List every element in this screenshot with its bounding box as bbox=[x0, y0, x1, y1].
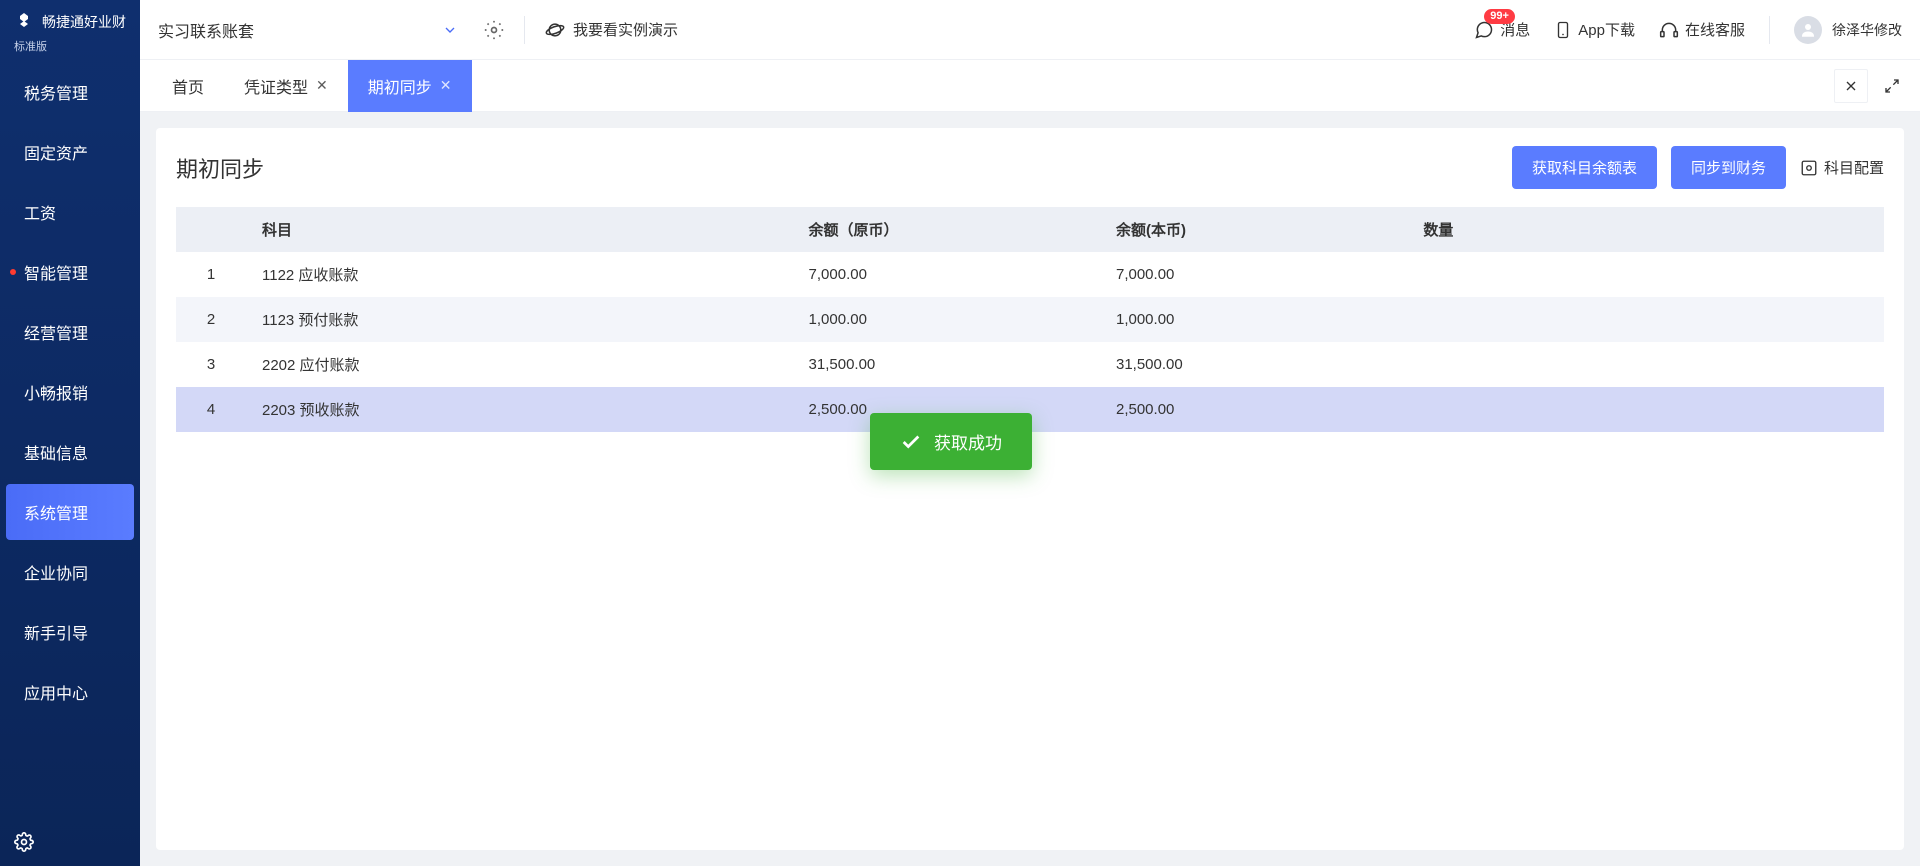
nav: 税务管理固定资产工资智能管理经营管理小畅报销基础信息系统管理企业协同新手引导应用… bbox=[0, 62, 140, 818]
cell-subject: 2203 预收账款 bbox=[246, 387, 793, 432]
cell-orig: 7,000.00 bbox=[793, 252, 1100, 297]
nav-item[interactable]: 基础信息 bbox=[0, 422, 140, 482]
messages-badge: 99+ bbox=[1484, 9, 1515, 24]
nav-item[interactable]: 税务管理 bbox=[0, 62, 140, 122]
col-local: 余额(本币) bbox=[1100, 207, 1407, 252]
cell-idx: 2 bbox=[176, 297, 246, 342]
cell-qty bbox=[1407, 387, 1884, 432]
tab-label: 首页 bbox=[172, 74, 204, 98]
cell-subject: 1123 预付账款 bbox=[246, 297, 793, 342]
close-icon[interactable]: ✕ bbox=[440, 77, 452, 94]
brand-edition: 标准版 bbox=[12, 38, 128, 54]
table-row[interactable]: 21123 预付账款1,000.001,000.00 bbox=[176, 297, 1884, 342]
success-toast: 获取成功 bbox=[870, 413, 1032, 470]
app-download-button[interactable]: App下载 bbox=[1554, 19, 1635, 40]
config-icon bbox=[1800, 159, 1818, 177]
sidebar: 畅捷通好业财 标准版 税务管理固定资产工资智能管理经营管理小畅报销基础信息系统管… bbox=[0, 0, 140, 866]
cell-local: 7,000.00 bbox=[1100, 252, 1407, 297]
phone-icon bbox=[1554, 20, 1572, 40]
cell-subject: 2202 应付账款 bbox=[246, 342, 793, 387]
cell-idx: 3 bbox=[176, 342, 246, 387]
online-service-label: 在线客服 bbox=[1685, 19, 1745, 40]
cell-orig: 31,500.00 bbox=[793, 342, 1100, 387]
tab[interactable]: 期初同步 ✕ bbox=[348, 60, 472, 112]
app-download-label: App下载 bbox=[1578, 19, 1635, 40]
messages-button[interactable]: 99+ 消息 bbox=[1474, 19, 1530, 40]
tab[interactable]: 首页 bbox=[152, 60, 224, 112]
fetch-balance-button[interactable]: 获取科目余额表 bbox=[1512, 146, 1657, 189]
nav-item[interactable]: 企业协同 bbox=[0, 542, 140, 602]
cell-qty bbox=[1407, 252, 1884, 297]
nav-item[interactable]: 系统管理 bbox=[6, 484, 134, 540]
toast-text: 获取成功 bbox=[934, 429, 1002, 454]
cell-idx: 1 bbox=[176, 252, 246, 297]
tab-label: 凭证类型 bbox=[244, 74, 308, 98]
online-service-button[interactable]: 在线客服 bbox=[1659, 19, 1745, 40]
cell-local: 1,000.00 bbox=[1100, 297, 1407, 342]
account-name: 实习联系账套 bbox=[158, 18, 254, 42]
cell-local: 31,500.00 bbox=[1100, 342, 1407, 387]
sync-to-finance-button[interactable]: 同步到财务 bbox=[1671, 146, 1786, 189]
col-index bbox=[176, 207, 246, 252]
balance-table: 科目 余额（原币） 余额(本币) 数量 11122 应收账款7,000.007,… bbox=[176, 207, 1884, 432]
cell-qty bbox=[1407, 297, 1884, 342]
subject-config-label: 科目配置 bbox=[1824, 157, 1884, 178]
tab-label: 期初同步 bbox=[368, 74, 432, 98]
chevron-down-icon bbox=[442, 22, 458, 38]
headset-icon bbox=[1659, 20, 1679, 40]
avatar-icon bbox=[1794, 16, 1822, 44]
brand-name: 畅捷通好业财 bbox=[42, 12, 126, 32]
nav-item[interactable]: 新手引导 bbox=[0, 602, 140, 662]
page-title: 期初同步 bbox=[176, 152, 264, 184]
col-qty: 数量 bbox=[1407, 207, 1884, 252]
user-menu[interactable]: 徐泽华修改 bbox=[1769, 16, 1902, 44]
table-row[interactable]: 32202 应付账款31,500.0031,500.00 bbox=[176, 342, 1884, 387]
brand-block: 畅捷通好业财 标准版 bbox=[0, 0, 140, 62]
account-selector[interactable]: 实习联系账套 bbox=[158, 18, 458, 42]
nav-item[interactable]: 应用中心 bbox=[0, 662, 140, 722]
demo-link[interactable]: 我要看实例演示 bbox=[545, 19, 678, 40]
topbar: 实习联系账套 我要看实例演示 99+ bbox=[140, 0, 1920, 60]
planet-icon bbox=[545, 20, 565, 40]
divider bbox=[524, 16, 525, 44]
cell-idx: 4 bbox=[176, 387, 246, 432]
demo-label: 我要看实例演示 bbox=[573, 19, 678, 40]
nav-item[interactable]: 经营管理 bbox=[0, 302, 140, 362]
user-name: 徐泽华修改 bbox=[1832, 20, 1902, 40]
close-all-tabs-button[interactable] bbox=[1834, 69, 1868, 103]
cell-local: 2,500.00 bbox=[1100, 387, 1407, 432]
brand-logo-icon bbox=[12, 10, 36, 34]
col-subject: 科目 bbox=[246, 207, 793, 252]
subject-config-button[interactable]: 科目配置 bbox=[1800, 157, 1884, 178]
fullscreen-button[interactable] bbox=[1876, 70, 1908, 102]
tabbar: 首页 凭证类型 ✕ 期初同步 ✕ bbox=[140, 60, 1920, 112]
nav-item[interactable]: 小畅报销 bbox=[0, 362, 140, 422]
panel: 期初同步 获取科目余额表 同步到财务 科目配置 bbox=[156, 128, 1904, 850]
table-row[interactable]: 11122 应收账款7,000.007,000.00 bbox=[176, 252, 1884, 297]
cell-orig: 1,000.00 bbox=[793, 297, 1100, 342]
nav-item[interactable]: 智能管理 bbox=[0, 242, 140, 302]
nav-item[interactable]: 固定资产 bbox=[0, 122, 140, 182]
cell-qty bbox=[1407, 342, 1884, 387]
settings-gear-icon[interactable] bbox=[14, 832, 126, 852]
check-icon bbox=[900, 431, 922, 453]
close-icon[interactable]: ✕ bbox=[316, 77, 328, 94]
account-settings-icon[interactable] bbox=[484, 20, 504, 40]
cell-subject: 1122 应收账款 bbox=[246, 252, 793, 297]
tab[interactable]: 凭证类型 ✕ bbox=[224, 60, 348, 112]
nav-item[interactable]: 工资 bbox=[0, 182, 140, 242]
col-original: 余额（原币） bbox=[793, 207, 1100, 252]
